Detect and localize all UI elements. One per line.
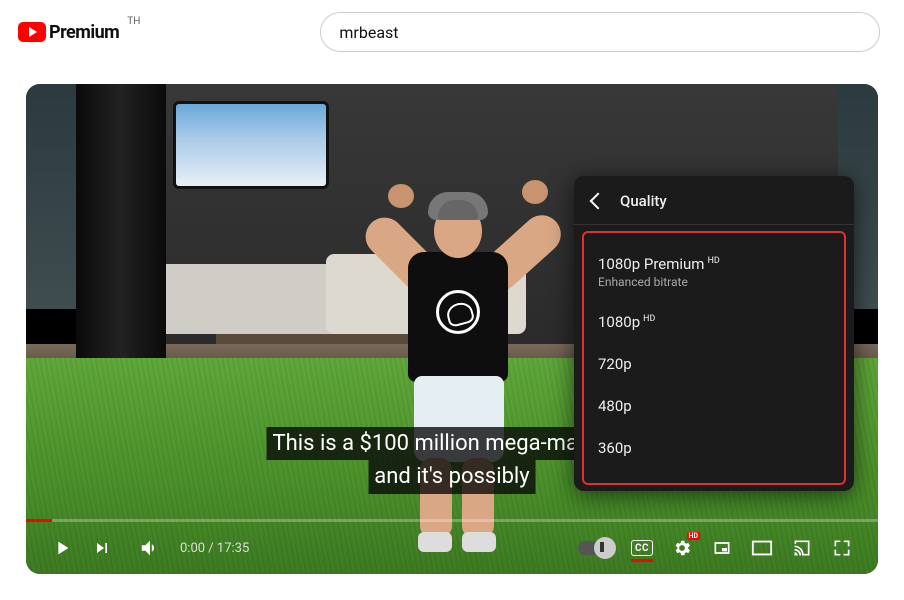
quality-sublabel: Enhanced bitrate	[598, 275, 830, 289]
settings-hd-badge: HD	[687, 532, 701, 540]
country-code: TH	[127, 16, 140, 27]
fullscreen-icon	[832, 538, 852, 558]
quality-option[interactable]: 480p	[584, 385, 844, 427]
cc-icon: CC	[631, 540, 653, 556]
next-icon	[92, 538, 112, 558]
hd-badge: HD	[643, 314, 655, 324]
volume-button[interactable]	[132, 530, 168, 566]
theater-icon	[751, 539, 773, 557]
player-controls: 0:00 / 17:35 CC HD	[26, 522, 878, 574]
search-input[interactable]: mrbeast	[320, 12, 880, 52]
quality-label: 1080p Premium	[598, 255, 704, 273]
gear-icon	[672, 538, 692, 558]
time-total: 17:35	[217, 541, 249, 556]
miniplayer-icon	[712, 538, 732, 558]
search-value: mrbeast	[339, 23, 398, 42]
miniplayer-button[interactable]	[704, 530, 740, 566]
quality-title: Quality	[620, 192, 667, 210]
cast-icon	[791, 538, 813, 558]
volume-icon	[139, 537, 161, 559]
youtube-play-icon	[18, 22, 46, 42]
quality-option[interactable]: 720p	[584, 343, 844, 385]
back-icon[interactable]	[588, 192, 606, 210]
quality-label: 480p	[598, 397, 632, 415]
play-icon	[51, 537, 73, 559]
quality-option[interactable]: 1080pHD	[584, 301, 844, 343]
progress-bar[interactable]	[26, 519, 878, 522]
quality-label: 1080p	[598, 313, 640, 331]
premium-label: Premium	[49, 22, 119, 43]
quality-options-list: 1080p PremiumHD Enhanced bitrate 1080pHD…	[582, 231, 846, 485]
quality-option[interactable]: 1080p PremiumHD Enhanced bitrate	[584, 243, 844, 301]
next-button[interactable]	[84, 530, 120, 566]
autoplay-toggle[interactable]	[578, 541, 614, 555]
settings-button[interactable]: HD	[664, 530, 700, 566]
time-current: 0:00	[180, 541, 205, 556]
header-bar: Premium TH mrbeast	[0, 0, 904, 66]
hd-badge: HD	[707, 256, 719, 266]
cast-button[interactable]	[784, 530, 820, 566]
captions-button[interactable]: CC	[624, 530, 660, 566]
video-player[interactable]: This is a $100 million mega-mansion and …	[26, 84, 878, 574]
quality-settings-panel: Quality 1080p PremiumHD Enhanced bitrate…	[574, 176, 854, 491]
time-display: 0:00 / 17:35	[180, 541, 249, 556]
fullscreen-button[interactable]	[824, 530, 860, 566]
caption-line-2: and it's possibly	[368, 460, 535, 494]
quality-panel-header[interactable]: Quality	[574, 176, 854, 225]
quality-option[interactable]: 360p	[584, 427, 844, 469]
youtube-premium-logo[interactable]: Premium TH	[18, 22, 140, 43]
quality-label: 360p	[598, 439, 632, 457]
pause-icon	[600, 542, 604, 552]
quality-label: 720p	[598, 355, 632, 373]
theater-mode-button[interactable]	[744, 530, 780, 566]
play-button[interactable]	[44, 530, 80, 566]
